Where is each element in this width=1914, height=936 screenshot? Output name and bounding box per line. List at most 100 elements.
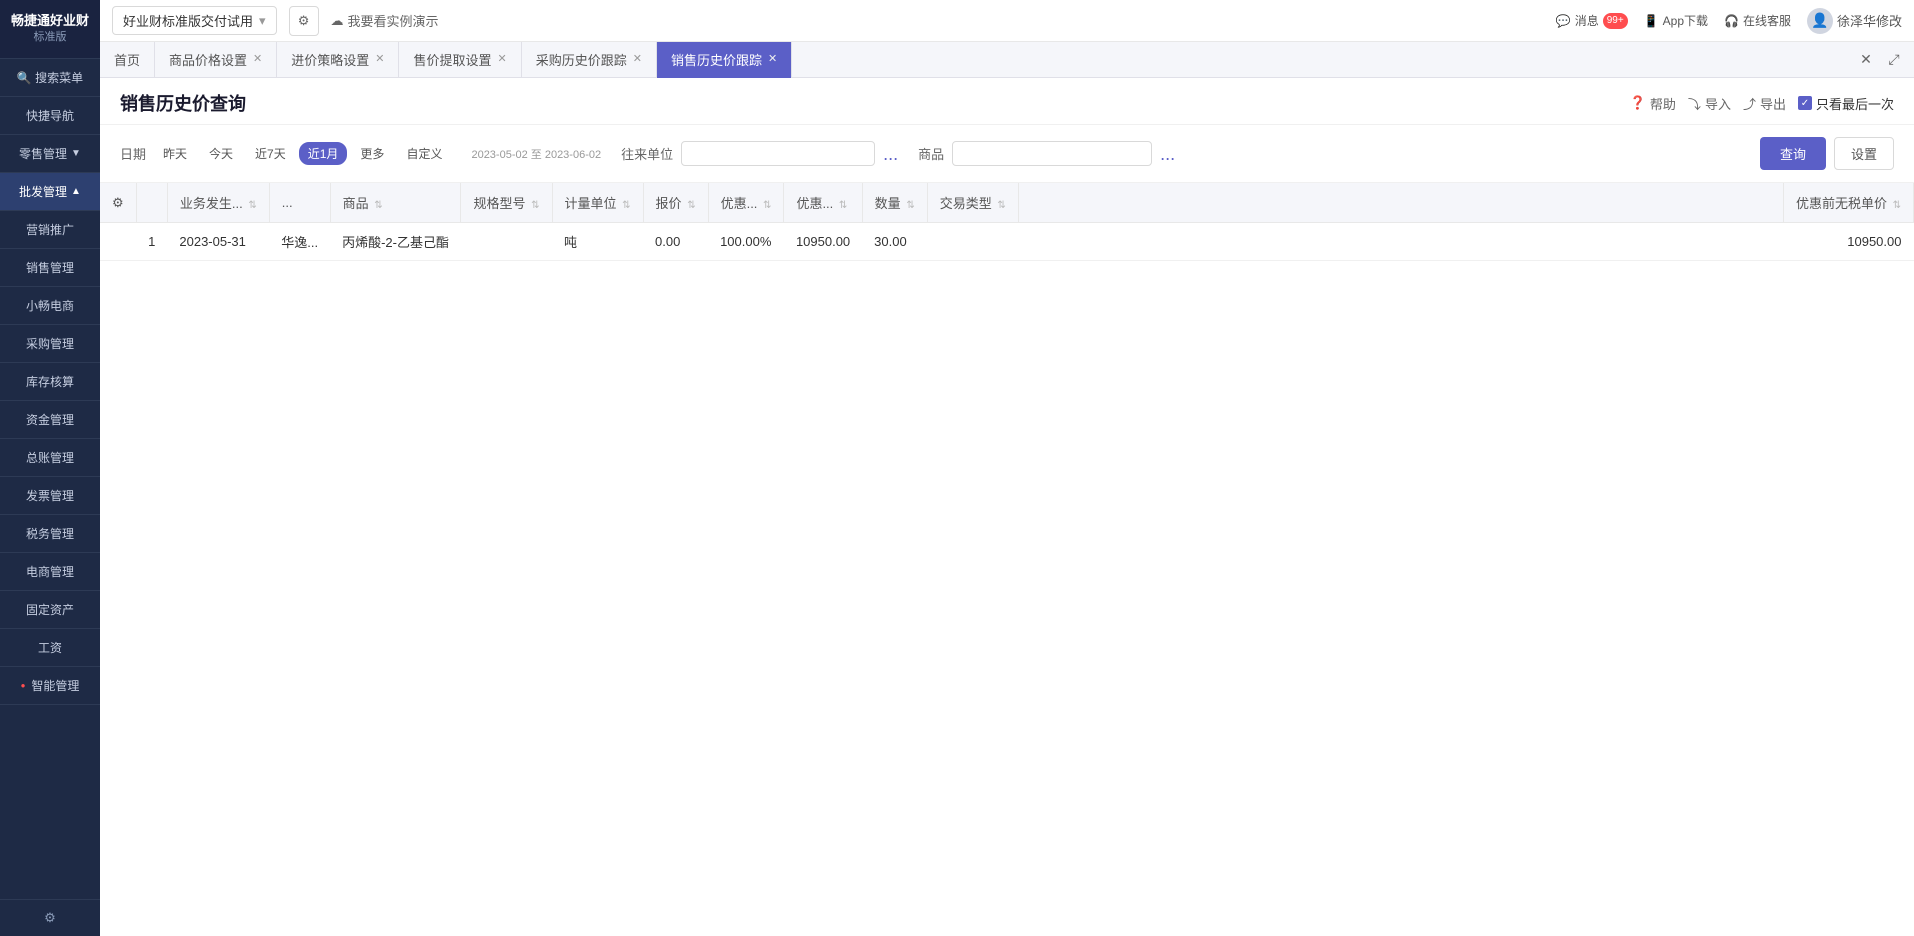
- sidebar-item-label: 税务管理: [26, 525, 74, 542]
- sidebar-item-smart[interactable]: 智能管理: [0, 667, 100, 705]
- tab-close-all-btn[interactable]: ✕: [1854, 48, 1878, 72]
- query-btn[interactable]: 查询: [1760, 137, 1826, 170]
- date-btn-last7[interactable]: 近7天: [246, 142, 295, 165]
- online-service-btn[interactable]: 🎧 在线客服: [1724, 12, 1791, 29]
- product-more-btn[interactable]: ...: [1160, 145, 1175, 163]
- import-btn[interactable]: ⤵ 导入: [1688, 94, 1731, 113]
- tab-close-icon[interactable]: ✕: [253, 54, 262, 65]
- tab-close-icon[interactable]: ✕: [498, 54, 507, 65]
- last-only-checkbox-label[interactable]: ✓ 只看最后一次: [1798, 94, 1894, 113]
- settings-btn[interactable]: 设置: [1834, 137, 1894, 170]
- online-service-label: 在线客服: [1743, 12, 1791, 29]
- module-selector[interactable]: 好业财标准版交付试用 ▾: [112, 6, 277, 35]
- tab-label: 进价策略设置: [291, 50, 369, 69]
- date-btn-more[interactable]: 更多: [351, 142, 393, 165]
- col-product[interactable]: 商品 ⇅: [330, 183, 461, 223]
- date-btn-custom[interactable]: 自定义: [397, 142, 451, 165]
- export-label: 导出: [1760, 94, 1786, 113]
- sidebar-item-ecommerce[interactable]: 电商管理: [0, 553, 100, 591]
- demo-label: 我要看实例演示: [348, 11, 439, 30]
- demo-link[interactable]: ☁ 我要看实例演示: [331, 11, 439, 30]
- sidebar-item-purchase[interactable]: 采购管理: [0, 325, 100, 363]
- sidebar-item-tax[interactable]: 税务管理: [0, 515, 100, 553]
- sort-icon: ⇅: [997, 200, 1005, 211]
- sidebar-search[interactable]: 🔍 搜索菜单: [0, 59, 100, 97]
- row-spec: [461, 223, 552, 261]
- sidebar-item-label: 批发管理: [19, 183, 67, 200]
- tab-close-icon[interactable]: ✕: [375, 54, 384, 65]
- col-tx-type[interactable]: 交易类型 ⇅: [927, 183, 1018, 223]
- sidebar-item-invoice[interactable]: 发票管理: [0, 477, 100, 515]
- filter-actions: 查询 设置: [1760, 137, 1894, 170]
- date-btn-last1m[interactable]: 近1月: [299, 142, 348, 165]
- sidebar-item-quick-nav[interactable]: 快捷导航: [0, 97, 100, 135]
- product-input[interactable]: [952, 141, 1152, 166]
- sidebar-item-ledger[interactable]: 总账管理: [0, 439, 100, 477]
- sidebar-item-finance[interactable]: 资金管理: [0, 401, 100, 439]
- sidebar-item-retail[interactable]: 零售管理 ▼: [0, 135, 100, 173]
- sidebar-item-marketing[interactable]: 营销推广: [0, 211, 100, 249]
- sidebar-item-wholesale[interactable]: 批发管理 ▲: [0, 173, 100, 211]
- tab-expand-btn[interactable]: ⤢: [1882, 48, 1906, 72]
- col-unit[interactable]: 计量单位 ⇅: [552, 183, 643, 223]
- tab-sale-price-extract[interactable]: 售价提取设置 ✕: [399, 42, 521, 78]
- col-biz-date[interactable]: 业务发生... ⇅: [167, 183, 269, 223]
- row-discount2: 10950.00: [784, 223, 862, 261]
- sidebar-item-small-ecommerce[interactable]: 小畅电商: [0, 287, 100, 325]
- col-pretax-price-label: 优惠前无税单价: [1796, 196, 1887, 211]
- col-price[interactable]: 报价 ⇅: [643, 183, 708, 223]
- col-discount1[interactable]: 优惠... ⇅: [708, 183, 784, 223]
- tab-close-icon[interactable]: ✕: [633, 54, 642, 65]
- sidebar-item-sales[interactable]: 销售管理: [0, 249, 100, 287]
- tab-pricing-strategy[interactable]: 进价策略设置 ✕: [277, 42, 399, 78]
- date-filter-label: 日期: [120, 144, 146, 163]
- last-only-checkbox[interactable]: ✓: [1798, 96, 1812, 110]
- col-spec[interactable]: 规格型号 ⇅: [461, 183, 552, 223]
- tab-label: 商品价格设置: [169, 50, 247, 69]
- from-unit-input[interactable]: [681, 141, 875, 166]
- message-icon: 💬: [1556, 14, 1571, 28]
- table-area: ⚙ 业务发生... ⇅ ... 商品 ⇅: [100, 183, 1914, 936]
- col-spacer: [1018, 183, 1783, 223]
- help-label: 帮助: [1650, 94, 1676, 113]
- sidebar-item-label: 智能管理: [31, 677, 79, 694]
- export-btn[interactable]: ⤴ 导出: [1743, 94, 1786, 113]
- from-unit-more-btn[interactable]: ...: [883, 145, 898, 163]
- sidebar-item-inventory[interactable]: 库存核算: [0, 363, 100, 401]
- sidebar-settings-btn[interactable]: ⚙: [0, 899, 100, 936]
- col-tx-type-label: 交易类型: [940, 196, 992, 211]
- table-header-row: ⚙ 业务发生... ⇅ ... 商品 ⇅: [100, 183, 1914, 223]
- col-discount2[interactable]: 优惠... ⇅: [784, 183, 862, 223]
- tab-product-price[interactable]: 商品价格设置 ✕: [155, 42, 277, 78]
- col-pretax-price[interactable]: 优惠前无税单价 ⇅: [1783, 183, 1913, 223]
- col-more[interactable]: ...: [269, 183, 330, 223]
- page-header: 销售历史价查询 ❓ 帮助 ⤵ 导入 ⤴ 导出 ✓ 只看最后一次: [100, 78, 1914, 125]
- sidebar-item-label: 发票管理: [26, 487, 74, 504]
- tab-purchase-history[interactable]: 采购历史价跟踪 ✕: [522, 42, 657, 78]
- headset-icon: 🎧: [1724, 14, 1739, 28]
- sidebar-item-label: 小畅电商: [26, 297, 74, 314]
- tab-label: 销售历史价跟踪: [671, 50, 762, 69]
- page-title: 销售历史价查询: [120, 90, 246, 116]
- export-icon: ⤴: [1743, 94, 1756, 113]
- app-download-label: App下载: [1663, 12, 1708, 29]
- message-btn[interactable]: 💬 消息 99+: [1556, 12, 1628, 29]
- message-badge: 99+: [1603, 13, 1628, 29]
- topbar-settings-btn[interactable]: ⚙: [289, 6, 319, 36]
- page-header-actions: ❓ 帮助 ⤵ 导入 ⤴ 导出 ✓ 只看最后一次: [1630, 94, 1894, 113]
- sidebar-item-label: 销售管理: [26, 259, 74, 276]
- tab-close-icon[interactable]: ✕: [768, 54, 777, 65]
- sidebar-item-payroll[interactable]: 工资: [0, 629, 100, 667]
- app-download-btn[interactable]: 📱 App下载: [1644, 12, 1708, 29]
- tab-sale-history[interactable]: 销售历史价跟踪 ✕: [657, 42, 792, 78]
- date-btn-yesterday[interactable]: 昨天: [154, 142, 196, 165]
- col-gear[interactable]: ⚙: [100, 183, 136, 223]
- date-btn-today[interactable]: 今天: [200, 142, 242, 165]
- mobile-icon: 📱: [1644, 14, 1659, 28]
- tab-home[interactable]: 首页: [100, 42, 155, 78]
- help-btn[interactable]: ❓ 帮助: [1630, 94, 1676, 113]
- sidebar-item-fixed-assets[interactable]: 固定资产: [0, 591, 100, 629]
- col-quantity[interactable]: 数量 ⇅: [862, 183, 927, 223]
- user-menu[interactable]: 👤 徐泽华修改: [1807, 8, 1902, 34]
- row-tx-type: [927, 223, 1018, 261]
